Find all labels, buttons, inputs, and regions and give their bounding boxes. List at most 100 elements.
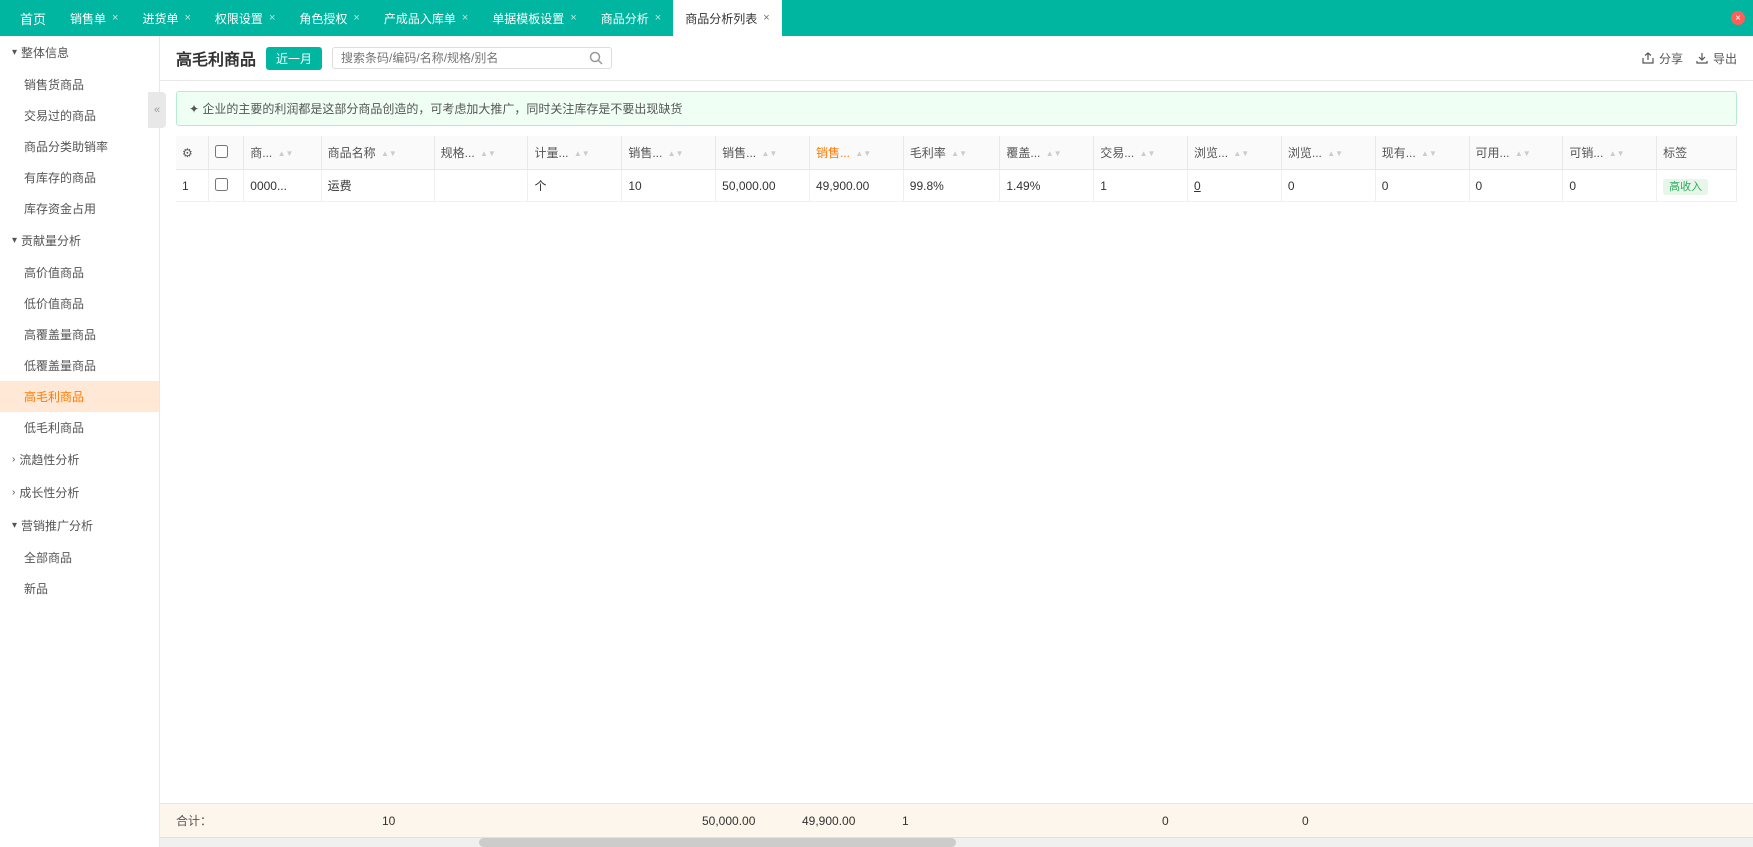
sidebar-item-high-margin[interactable]: 高毛利商品 bbox=[0, 381, 159, 412]
chevron-down-icon: ▾ bbox=[12, 520, 17, 531]
col-name[interactable]: 商品名称 ▲▼ bbox=[321, 136, 434, 170]
search-input[interactable] bbox=[341, 51, 585, 65]
col-sales-amount[interactable]: 销售... ▲▼ bbox=[716, 136, 810, 170]
sidebar-group-marketing[interactable]: ▾ 营销推广分析 bbox=[0, 509, 159, 542]
content-header: 高毛利商品 近一月 分享 bbox=[160, 36, 1753, 81]
sidebar-item-in-stock-goods[interactable]: 有库存的商品 bbox=[0, 162, 159, 193]
data-table: ⚙ 商... ▲▼ 商品名称 ▲▼ bbox=[176, 136, 1737, 202]
sidebar-item-category-rate[interactable]: 商品分类助销率 bbox=[0, 131, 159, 162]
col-gross-rate[interactable]: 毛利率 ▲▼ bbox=[903, 136, 1000, 170]
sidebar-item-traded-goods[interactable]: 交易过的商品 bbox=[0, 100, 159, 131]
sort-icon[interactable]: ▲▼ bbox=[1046, 149, 1062, 158]
sidebar-group-contribution[interactable]: ▾ 贡献量分析 bbox=[0, 224, 159, 257]
cell-name: 运费 bbox=[321, 170, 434, 202]
sort-icon[interactable]: ▲▼ bbox=[951, 149, 967, 158]
sidebar-group-overall[interactable]: ▾ 整体信息 bbox=[0, 36, 159, 69]
header-actions: 分享 导出 bbox=[1641, 50, 1737, 67]
sidebar-group-growth[interactable]: › 成长性分析 bbox=[0, 476, 159, 509]
cell-sales-profit: 49,900.00 bbox=[809, 170, 903, 202]
footer-sales-qty: 10 bbox=[376, 814, 696, 828]
sort-icon[interactable]: ▲▼ bbox=[1609, 149, 1625, 158]
sidebar-item-new-goods[interactable]: 新品 bbox=[0, 573, 159, 604]
footer-available: 0 bbox=[1296, 814, 1376, 828]
col-browse1[interactable]: 浏览... ▲▼ bbox=[1188, 136, 1282, 170]
window-close-btn[interactable]: × bbox=[1731, 11, 1745, 25]
col-unit[interactable]: 计量... ▲▼ bbox=[528, 136, 622, 170]
nav-goods-analysis[interactable]: 商品分析 × bbox=[589, 0, 673, 36]
cell-checkbox[interactable] bbox=[208, 170, 244, 202]
sort-icon[interactable]: ▲▼ bbox=[762, 149, 778, 158]
sort-icon[interactable]: ▲▼ bbox=[278, 149, 294, 158]
col-spec[interactable]: 规格... ▲▼ bbox=[434, 136, 528, 170]
row-checkbox[interactable] bbox=[215, 178, 228, 191]
table-container[interactable]: ⚙ 商... ▲▼ 商品名称 ▲▼ bbox=[176, 136, 1737, 803]
nav-purchase[interactable]: 进货单 × bbox=[130, 0, 202, 36]
col-stock[interactable]: 现有... ▲▼ bbox=[1375, 136, 1469, 170]
sort-icon[interactable]: ▲▼ bbox=[381, 149, 397, 158]
nav-permissions[interactable]: 权限设置 × bbox=[203, 0, 287, 36]
cell-coverage: 1.49% bbox=[1000, 170, 1094, 202]
sort-icon[interactable]: ▲▼ bbox=[668, 149, 684, 158]
cell-gross-rate: 99.8% bbox=[903, 170, 1000, 202]
close-icon[interactable]: × bbox=[112, 12, 118, 24]
horizontal-scrollbar[interactable] bbox=[160, 837, 1753, 847]
time-filter-button[interactable]: 近一月 bbox=[266, 47, 322, 70]
sidebar-item-low-value[interactable]: 低价值商品 bbox=[0, 288, 159, 319]
sort-icon[interactable]: ▲▼ bbox=[1515, 149, 1531, 158]
cell-browse1[interactable]: 0 bbox=[1188, 170, 1282, 202]
close-icon[interactable]: × bbox=[184, 12, 190, 24]
sort-icon[interactable]: ▲▼ bbox=[1140, 149, 1156, 158]
sidebar: ▾ 整体信息 销售货商品 交易过的商品 商品分类助销率 有库存的商品 库存资金占… bbox=[0, 36, 160, 847]
col-checkbox[interactable] bbox=[208, 136, 244, 170]
cell-sellable: 0 bbox=[1563, 170, 1657, 202]
nav-goods-analysis-list[interactable]: 商品分析列表 × bbox=[673, 0, 781, 36]
page-title: 高毛利商品 bbox=[176, 46, 256, 70]
search-box[interactable] bbox=[332, 47, 612, 69]
col-coverage[interactable]: 覆盖... ▲▼ bbox=[1000, 136, 1094, 170]
cell-sales-qty: 10 bbox=[622, 170, 716, 202]
sidebar-group-trend[interactable]: › 流趋性分析 bbox=[0, 443, 159, 476]
cell-unit: 个 bbox=[528, 170, 622, 202]
close-icon[interactable]: × bbox=[462, 12, 468, 24]
nav-template-settings[interactable]: 单据模板设置 × bbox=[480, 0, 588, 36]
sidebar-item-sales-goods[interactable]: 销售货商品 bbox=[0, 69, 159, 100]
sidebar-item-all-goods[interactable]: 全部商品 bbox=[0, 542, 159, 573]
close-icon[interactable]: × bbox=[763, 12, 769, 24]
sort-icon[interactable]: ▲▼ bbox=[1421, 149, 1437, 158]
select-all-checkbox[interactable] bbox=[215, 145, 228, 158]
sidebar-collapse-btn[interactable]: « bbox=[148, 92, 166, 128]
col-sales-profit[interactable]: 销售... ▲▼ bbox=[809, 136, 903, 170]
footer-sales-profit: 49,900.00 bbox=[796, 814, 896, 828]
col-tag[interactable]: 标签 bbox=[1657, 136, 1737, 170]
scrollbar-thumb[interactable] bbox=[479, 838, 957, 847]
col-available[interactable]: 可用... ▲▼ bbox=[1469, 136, 1563, 170]
sort-icon[interactable]: ▲▼ bbox=[1233, 149, 1249, 158]
col-sales-qty[interactable]: 销售... ▲▼ bbox=[622, 136, 716, 170]
nav-home[interactable]: 首页 bbox=[8, 0, 58, 36]
sort-icon[interactable]: ▲▼ bbox=[855, 149, 871, 158]
close-icon[interactable]: × bbox=[269, 12, 275, 24]
share-button[interactable]: 分享 bbox=[1641, 50, 1683, 67]
col-browse2[interactable]: 浏览... ▲▼ bbox=[1281, 136, 1375, 170]
nav-sales[interactable]: 销售单 × bbox=[58, 0, 130, 36]
sidebar-item-low-margin[interactable]: 低毛利商品 bbox=[0, 412, 159, 443]
sidebar-item-high-value[interactable]: 高价值商品 bbox=[0, 257, 159, 288]
sidebar-item-stock-capital[interactable]: 库存资金占用 bbox=[0, 193, 159, 224]
sort-icon[interactable]: ▲▼ bbox=[480, 149, 496, 158]
nav-products-in[interactable]: 产成品入库单 × bbox=[372, 0, 480, 36]
col-transaction[interactable]: 交易... ▲▼ bbox=[1094, 136, 1188, 170]
close-icon[interactable]: × bbox=[570, 12, 576, 24]
search-icon bbox=[589, 51, 603, 65]
export-button[interactable]: 导出 bbox=[1695, 50, 1737, 67]
col-code[interactable]: 商... ▲▼ bbox=[244, 136, 321, 170]
close-icon[interactable]: × bbox=[655, 12, 661, 24]
close-icon[interactable]: × bbox=[353, 12, 359, 24]
col-sellable[interactable]: 可销... ▲▼ bbox=[1563, 136, 1657, 170]
sort-icon[interactable]: ▲▼ bbox=[574, 149, 590, 158]
sidebar-item-high-coverage[interactable]: 高覆盖量商品 bbox=[0, 319, 159, 350]
sidebar-item-low-coverage[interactable]: 低覆盖量商品 bbox=[0, 350, 159, 381]
nav-roles[interactable]: 角色授权 × bbox=[287, 0, 371, 36]
col-settings[interactable]: ⚙ bbox=[176, 136, 208, 170]
total-label: 合计： bbox=[176, 812, 376, 829]
sort-icon[interactable]: ▲▼ bbox=[1327, 149, 1343, 158]
